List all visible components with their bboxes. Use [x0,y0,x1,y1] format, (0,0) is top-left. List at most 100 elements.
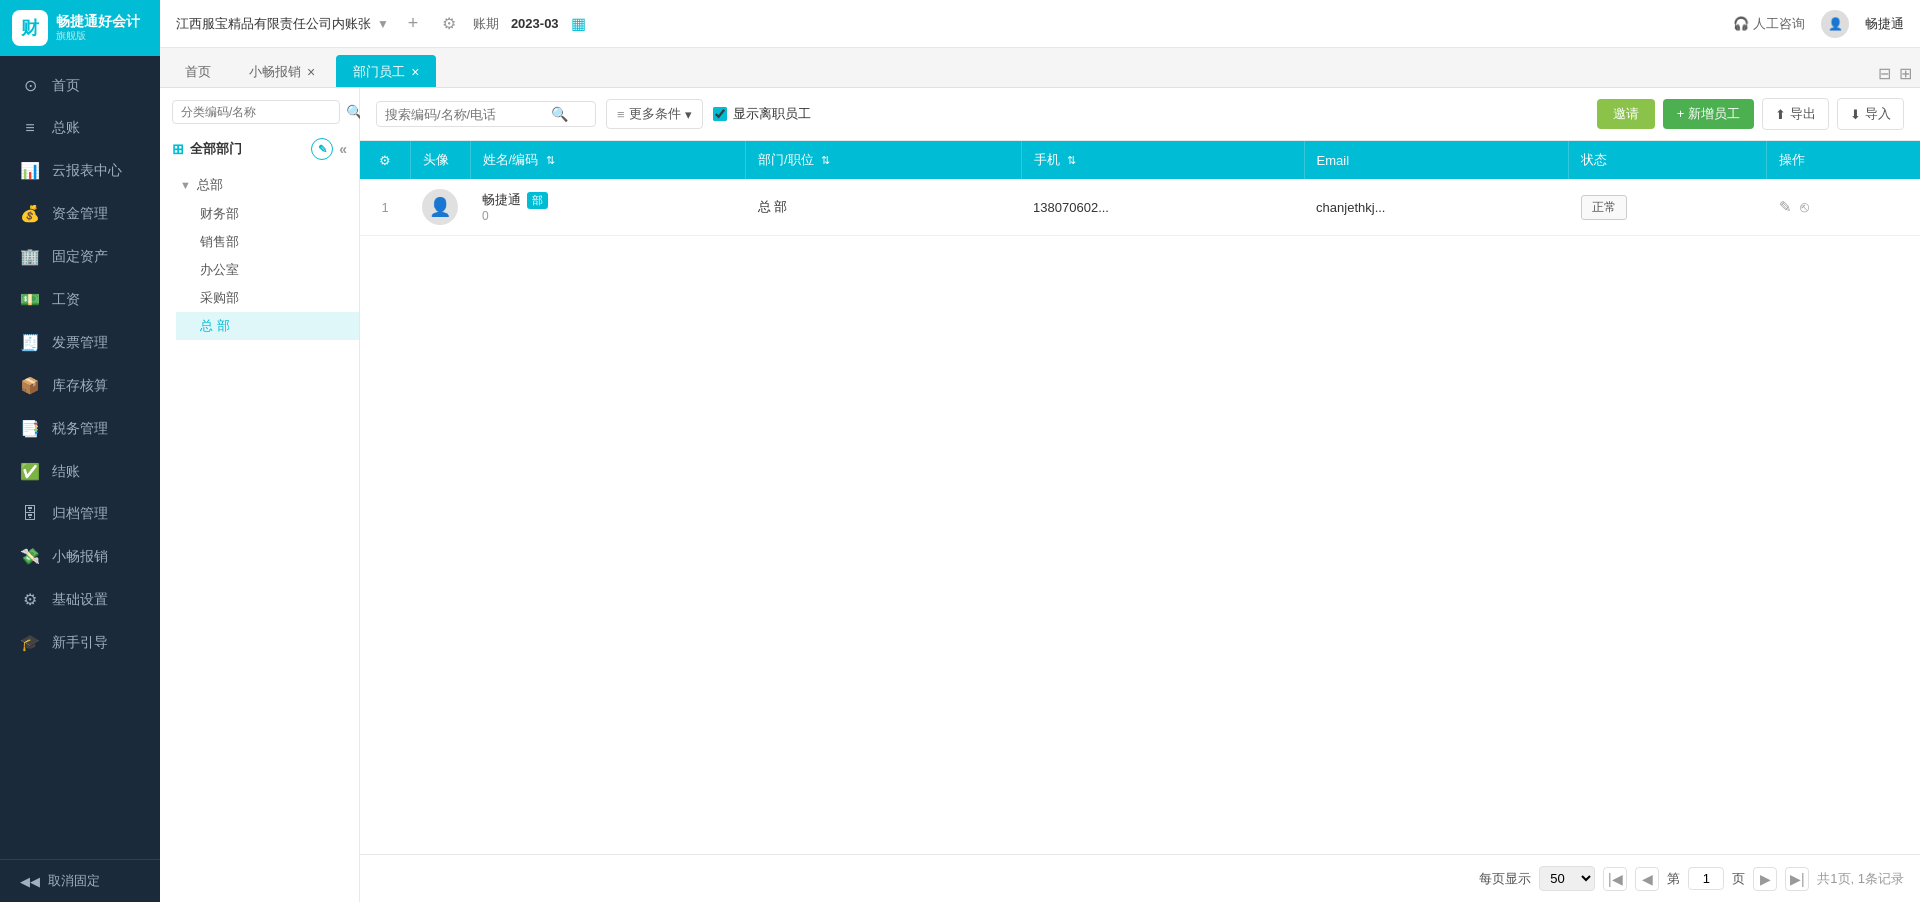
pagination: 每页显示 10 20 50 100 |◀ ◀ 第 页 ▶ ▶| 共1页, 1条记… [360,854,1920,902]
sidebar-item-home[interactable]: ⊙ 首页 [0,64,160,107]
company-selector[interactable]: 江西服宝精品有限责任公司内账张 ▼ [176,15,389,33]
dept-panel: 🔍 ⊞ 全部部门 ✎ « ▼ 总部 财务部 销售部 办公室 [160,88,360,902]
dept-tree: ▼ 总部 财务部 销售部 办公室 采购部 总 部 [160,166,359,344]
col-dept-position[interactable]: 部门/职位 ⇅ [746,141,1022,179]
invite-button[interactable]: 邀请 [1597,99,1655,129]
assets-icon: 🏢 [20,247,40,266]
show-resigned-wrap[interactable]: 显示离职员工 [713,105,811,123]
page-input[interactable] [1688,867,1724,890]
last-page-button[interactable]: ▶| [1785,867,1809,891]
sidebar-item-closing[interactable]: ✅ 结账 [0,450,160,493]
tab-dept-employee[interactable]: 部门员工 × [336,55,436,87]
sidebar-item-guide[interactable]: 🎓 新手引导 [0,621,160,664]
sidebar-item-label: 库存核算 [52,377,108,395]
row-actions-cell: ✎ ⎋ [1767,179,1920,236]
add-employee-button[interactable]: + 新增员工 [1663,99,1754,129]
right-panel: 🔍 ≡ 更多条件 ▾ 显示离职员工 邀请 + 新增员工 ⬆ 导出 [360,88,1920,902]
sidebar-item-inventory[interactable]: 📦 库存核算 [0,364,160,407]
archive-icon: 🗄 [20,505,40,523]
sidebar-logo[interactable]: 财 畅捷通好会计 旗舰版 [0,0,160,56]
dept-collapse-icon[interactable]: « [339,141,347,157]
filter-label: 更多条件 [629,105,681,123]
tab-minimize-button[interactable]: ⊟ [1878,64,1891,83]
dept-group-header-root[interactable]: ▼ 总部 [160,170,359,200]
ledger-icon: ≡ [20,119,40,137]
add-company-button[interactable]: + [401,12,425,36]
edit-icon[interactable]: ✎ [1779,198,1792,216]
col-name-code[interactable]: 姓名/编码 ⇅ [470,141,746,179]
tab-dept-close-icon[interactable]: × [411,65,419,79]
sidebar-item-expense[interactable]: 💸 小畅报销 [0,535,160,578]
sidebar-item-funds[interactable]: 💰 资金管理 [0,192,160,235]
sidebar-item-archive[interactable]: 🗄 归档管理 [0,493,160,535]
unpin-label: 取消固定 [48,872,100,890]
logout-icon[interactable]: ⎋ [1800,198,1809,216]
dept-edit-button[interactable]: ✎ [311,138,333,160]
table-body: 1 👤 畅捷通 部 0 总 部 [360,179,1920,236]
all-dept-label: 全部部门 [190,140,242,158]
main-area: 江西服宝精品有限责任公司内账张 ▼ + ⚙ 账期 2023-03 ▦ 🎧 人工咨… [160,0,1920,902]
table-row: 1 👤 畅捷通 部 0 总 部 [360,179,1920,236]
next-page-button[interactable]: ▶ [1753,867,1777,891]
settings-button[interactable]: ⚙ [437,12,461,36]
dept-child-general[interactable]: 总 部 [176,312,359,340]
sidebar-item-salary[interactable]: 💵 工资 [0,278,160,321]
period-label: 账期 [473,15,499,33]
col-settings[interactable]: ⚙ [360,141,410,179]
dept-root-label: 总部 [197,176,223,194]
sidebar-item-tax[interactable]: 📑 税务管理 [0,407,160,450]
avatar: 👤 [422,189,458,225]
sidebar-item-invoice[interactable]: 🧾 发票管理 [0,321,160,364]
dept-all-header[interactable]: ⊞ 全部部门 ✎ « [160,132,359,166]
col-phone[interactable]: 手机 ⇅ [1021,141,1304,179]
prev-page-button[interactable]: ◀ [1635,867,1659,891]
show-resigned-checkbox[interactable] [713,107,727,121]
app-name: 畅捷通好会计 [56,13,140,30]
support-button[interactable]: 🎧 人工咨询 [1733,15,1805,33]
sidebar-item-ledger[interactable]: ≡ 总账 [0,107,160,149]
row-email-cell: chanjethkj... [1304,179,1569,236]
calendar-icon[interactable]: ▦ [571,14,586,33]
employee-search-input[interactable] [385,107,545,122]
sidebar-item-label: 固定资产 [52,248,108,266]
dept-child-purchase[interactable]: 采购部 [176,284,359,312]
tab-expense-close-icon[interactable]: × [307,65,315,79]
page-size-select[interactable]: 10 20 50 100 [1539,866,1595,891]
user-name[interactable]: 畅捷通 [1865,15,1904,33]
employee-table-wrap: ⚙ 头像 姓名/编码 ⇅ 部门/职位 ⇅ 手机 [360,141,1920,854]
tab-expense[interactable]: 小畅报销 × [232,55,332,87]
sidebar-item-assets[interactable]: 🏢 固定资产 [0,235,160,278]
tab-home[interactable]: 首页 [168,55,228,87]
first-page-button[interactable]: |◀ [1603,867,1627,891]
user-avatar: 👤 [1821,10,1849,38]
sidebar-item-label: 归档管理 [52,505,108,523]
top-header: 江西服宝精品有限责任公司内账张 ▼ + ⚙ 账期 2023-03 ▦ 🎧 人工咨… [160,0,1920,48]
row-dept-cell: 总 部 [746,179,1022,236]
filter-button[interactable]: ≡ 更多条件 ▾ [606,99,703,129]
sidebar-item-reports[interactable]: 📊 云报表中心 [0,149,160,192]
tabs-right: ⊟ ⊞ [1878,64,1920,87]
action-buttons: ✎ ⎋ [1779,198,1908,216]
header-right: 🎧 人工咨询 👤 畅捷通 [1733,10,1904,38]
settings-icon: ⚙ [20,590,40,609]
sidebar-item-settings[interactable]: ⚙ 基础设置 [0,578,160,621]
table-header-row: ⚙ 头像 姓名/编码 ⇅ 部门/职位 ⇅ 手机 [360,141,1920,179]
dept-child-office[interactable]: 办公室 [176,256,359,284]
import-button[interactable]: ⬇ 导入 [1837,98,1904,130]
sidebar-item-label: 总账 [52,119,80,137]
tab-expand-button[interactable]: ⊞ [1899,64,1912,83]
dept-grid-icon: ⊞ [172,141,184,157]
sidebar-unpin-button[interactable]: ◀◀ 取消固定 [0,859,160,902]
dept-child-sales[interactable]: 销售部 [176,228,359,256]
inventory-icon: 📦 [20,376,40,395]
company-name: 江西服宝精品有限责任公司内账张 [176,15,371,33]
sidebar-item-label: 首页 [52,77,80,95]
tabs-bar: 首页 小畅报销 × 部门员工 × ⊟ ⊞ [160,48,1920,88]
dept-child-finance[interactable]: 财务部 [176,200,359,228]
export-button[interactable]: ⬆ 导出 [1762,98,1829,130]
guide-icon: 🎓 [20,633,40,652]
dept-search-input[interactable] [172,100,340,124]
tax-icon: 📑 [20,419,40,438]
sidebar-item-label: 税务管理 [52,420,108,438]
search-icon[interactable]: 🔍 [551,106,568,122]
